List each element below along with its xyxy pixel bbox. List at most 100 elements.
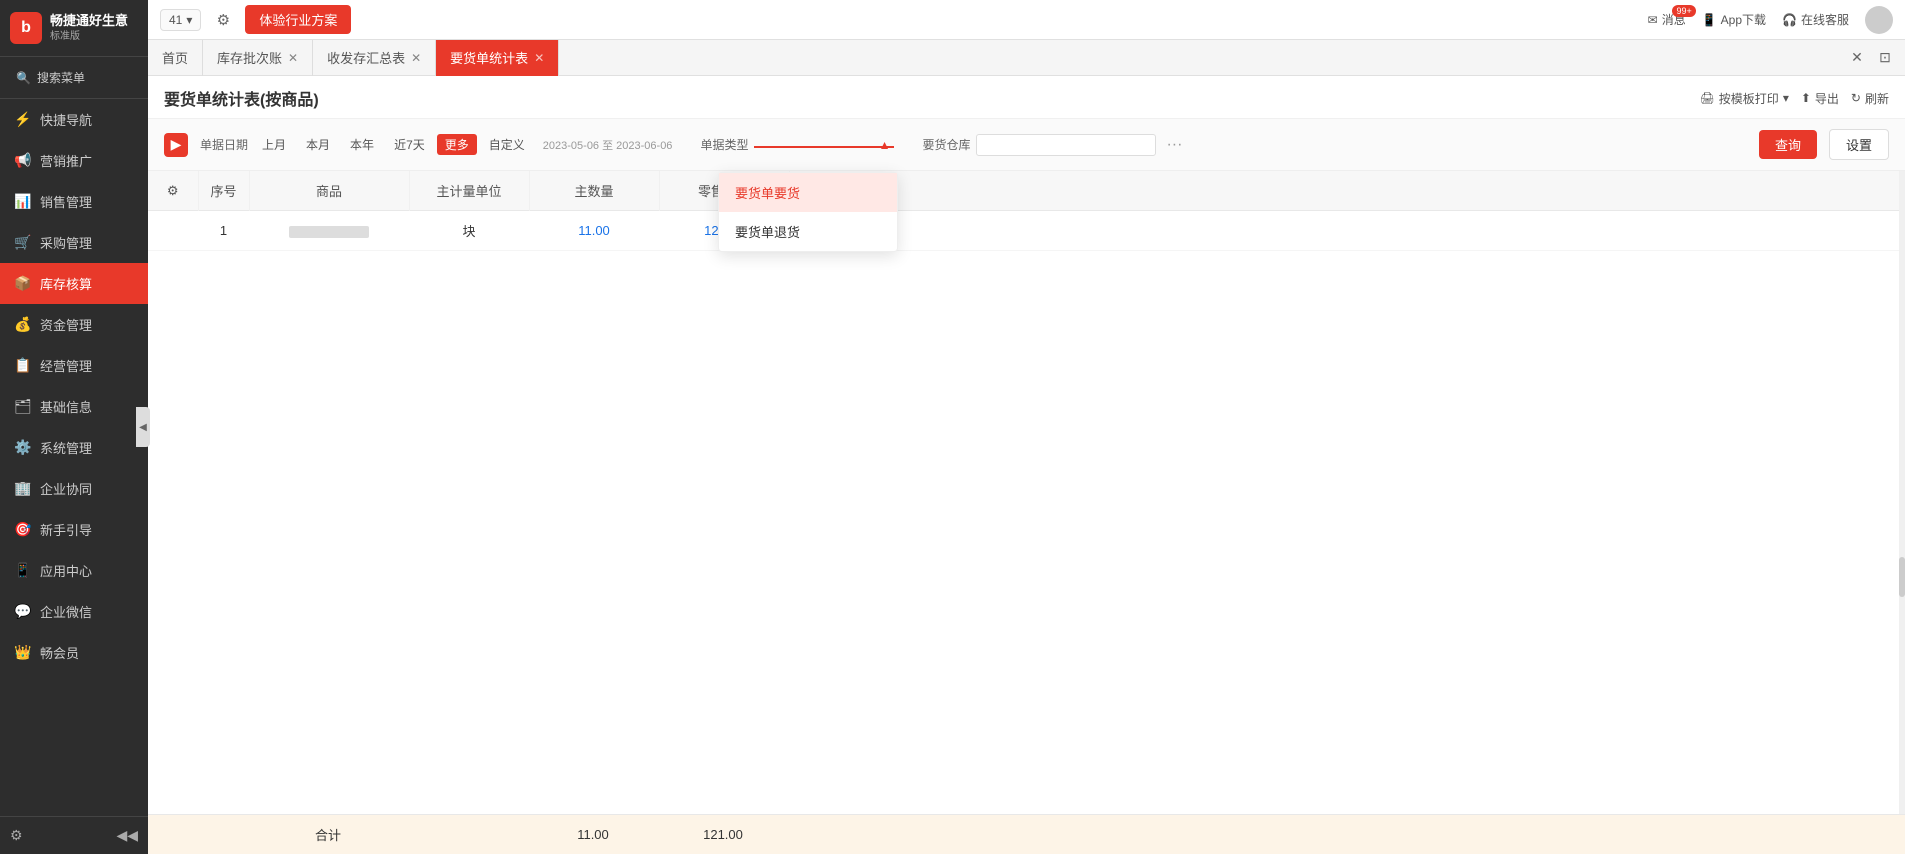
more-dates-button[interactable]: 更多 (437, 134, 477, 155)
sidebar-item-system[interactable]: ⚙️ 系统管理 (0, 427, 148, 468)
last-7-days-button[interactable]: 近7天 (386, 134, 433, 155)
row-unit-cell: 块 (409, 211, 529, 251)
page-title-bar: 要货单统计表(按商品) 🖨 按模板打印 ▾ ⬆ 导出 ↻ 刷新 (148, 76, 1905, 119)
inventory-icon: 📦 (14, 275, 32, 293)
marketing-icon: 📢 (14, 152, 32, 170)
page-body: 要货单统计表(按商品) 🖨 按模板打印 ▾ ⬆ 导出 ↻ 刷新 (148, 76, 1905, 854)
header-settings-button[interactable]: ⚙ (209, 6, 237, 34)
sidebar-nav: ⚡ 快捷导航 📢 营销推广 📊 销售管理 🛒 采购管理 📦 库存核算 💰 资金管… (0, 99, 148, 816)
tab-close-inventory-batch[interactable]: ✕ (288, 51, 298, 65)
custom-date-button[interactable]: 自定义 (481, 134, 533, 155)
notification-button[interactable]: ✉ 消息 99+ (1648, 11, 1686, 28)
warehouse-input[interactable] (976, 134, 1156, 156)
sidebar-item-wechat[interactable]: 💬 企业微信 (0, 591, 148, 632)
type-label: 单据类型 (700, 136, 748, 153)
tab-window-controls: ✕ ⊡ (1845, 46, 1905, 70)
industry-plan-button[interactable]: 体验行业方案 (245, 5, 351, 34)
purchase-icon: 🛒 (14, 234, 32, 252)
column-settings[interactable]: ⚙ (148, 171, 198, 211)
filter-expand-button[interactable]: ▶ (164, 133, 188, 157)
row-qty-cell: 11.00 (529, 211, 659, 251)
sidebar-item-quick-nav[interactable]: ⚡ 快捷导航 (0, 99, 148, 140)
online-service-button[interactable]: 🎧 在线客服 (1782, 11, 1849, 28)
dropdown-item-return[interactable]: 要货单退货 (719, 212, 897, 251)
sidebar-item-finance[interactable]: 💰 资金管理 (0, 304, 148, 345)
window-close-button[interactable]: ✕ (1845, 46, 1869, 70)
gear-icon: ⚙ (217, 11, 230, 29)
phone-icon: 📱 (1702, 13, 1717, 27)
last-month-button[interactable]: 上月 (254, 134, 294, 155)
app-download-button[interactable]: 📱 App下载 (1702, 11, 1766, 28)
table-settings-icon[interactable]: ⚙ (167, 183, 179, 198)
sidebar: b 畅捷通好生意 标准版 🔍 搜索菜单 ⚡ 快捷导航 📢 营销推广 📊 销售管理… (0, 0, 148, 854)
refresh-button[interactable]: ↻ 刷新 (1851, 90, 1889, 107)
search-menu-button[interactable]: 🔍 搜索菜单 (10, 65, 138, 90)
export-button[interactable]: ⬆ 导出 (1801, 90, 1839, 107)
sidebar-item-enterprise[interactable]: 🏢 企业协同 (0, 468, 148, 509)
tab-inventory-batch[interactable]: 库存批次账 ✕ (203, 40, 313, 76)
tab-receive-summary[interactable]: 收发存汇总表 ✕ (313, 40, 436, 76)
chevron-down-small-icon: ▾ (1783, 91, 1789, 105)
export-icon: ⬆ (1801, 91, 1811, 105)
table-row: 1 块 11.00 121.00 (148, 211, 1905, 251)
date-label: 单据日期 (200, 136, 248, 153)
wechat-icon: 💬 (14, 603, 32, 621)
qty-link[interactable]: 11.00 (578, 223, 610, 238)
footer-qty-cell: 11.00 (528, 827, 658, 842)
store-selector[interactable]: 41 ▾ (160, 9, 201, 31)
header-right: ✉ 消息 99+ 📱 App下载 🎧 在线客服 (1648, 6, 1893, 34)
sidebar-item-marketing[interactable]: 📢 营销推广 (0, 140, 148, 181)
sidebar-item-guide[interactable]: 🎯 新手引导 (0, 509, 148, 550)
app-name: 畅捷通好生意 标准版 (50, 13, 128, 43)
app-logo-icon: b (10, 12, 42, 44)
date-filter-group: 单据日期 上月 本月 本年 近7天 更多 自定义 2023-05-06 至 20… (200, 134, 672, 155)
this-year-button[interactable]: 本年 (342, 134, 382, 155)
sidebar-item-app-center[interactable]: 📱 应用中心 (0, 550, 148, 591)
sidebar-item-basics[interactable]: 🗂 基础信息 (0, 386, 148, 427)
chevron-down-icon: ▾ (186, 13, 192, 27)
member-icon: 👑 (14, 644, 32, 662)
filter-settings-button[interactable]: 设置 (1829, 129, 1889, 160)
print-template-button[interactable]: 🖨 按模板打印 ▾ (1700, 90, 1789, 107)
table-body: 1 块 11.00 121.00 (148, 211, 1905, 251)
dropdown-item-order[interactable]: 要货单要货 (719, 173, 897, 212)
sidebar-item-purchase[interactable]: 🛒 采购管理 (0, 222, 148, 263)
vertical-scrollbar[interactable] (1899, 171, 1905, 814)
table-container: ⚙ 序号 商品 主计量单位 主数量 零售金额 1 (148, 171, 1905, 814)
user-avatar[interactable] (1865, 6, 1893, 34)
sidebar-item-operation[interactable]: 📋 经营管理 (0, 345, 148, 386)
scrollbar-thumb[interactable] (1899, 557, 1905, 597)
settings-footer-button[interactable]: ⚙ (10, 827, 23, 844)
type-select[interactable] (754, 142, 894, 148)
guide-icon: 🎯 (14, 521, 32, 539)
warehouse-label: 要货仓库 (922, 136, 970, 153)
table-header-row: ⚙ 序号 商品 主计量单位 主数量 零售金额 (148, 171, 1905, 211)
sidebar-collapse-handle[interactable]: ◀ (136, 407, 150, 447)
tab-close-receive-summary[interactable]: ✕ (411, 51, 421, 65)
row-settings-cell (148, 211, 198, 251)
this-month-button[interactable]: 本月 (298, 134, 338, 155)
date-quick-buttons: 上月 本月 本年 近7天 更多 自定义 (254, 134, 533, 155)
more-filters-button[interactable]: ··· (1166, 136, 1182, 154)
collapse-sidebar-button[interactable]: ◀◀ (116, 827, 138, 844)
type-filter-group: 单据类型 ▲ (700, 136, 894, 153)
sidebar-search-area: 🔍 搜索菜单 (0, 57, 148, 99)
sidebar-item-inventory[interactable]: 📦 库存核算 (0, 263, 148, 304)
tab-close-order-stats[interactable]: ✕ (534, 51, 544, 65)
basics-icon: 🗂 (14, 398, 32, 416)
warehouse-filter-group: 要货仓库 ··· (922, 134, 1747, 156)
app-center-icon: 📱 (14, 562, 32, 580)
query-button[interactable]: 查询 (1759, 130, 1817, 159)
window-restore-button[interactable]: ⊡ (1873, 46, 1897, 70)
tab-order-stats[interactable]: 要货单统计表 ✕ (436, 40, 559, 76)
sidebar-footer: ⚙ ◀◀ (0, 816, 148, 854)
tab-home[interactable]: 首页 (148, 40, 203, 76)
operation-icon: 📋 (14, 357, 32, 375)
enterprise-icon: 🏢 (14, 480, 32, 498)
page-actions: 🖨 按模板打印 ▾ ⬆ 导出 ↻ 刷新 (1700, 90, 1889, 107)
sidebar-item-sales[interactable]: 📊 销售管理 (0, 181, 148, 222)
sidebar-logo: b 畅捷通好生意 标准版 (0, 0, 148, 57)
filter-bar: ▶ 单据日期 上月 本月 本年 近7天 更多 自定义 2023-05-06 至 … (148, 119, 1905, 171)
headset-icon: 🎧 (1782, 13, 1797, 27)
sidebar-item-member[interactable]: 👑 畅会员 (0, 632, 148, 673)
